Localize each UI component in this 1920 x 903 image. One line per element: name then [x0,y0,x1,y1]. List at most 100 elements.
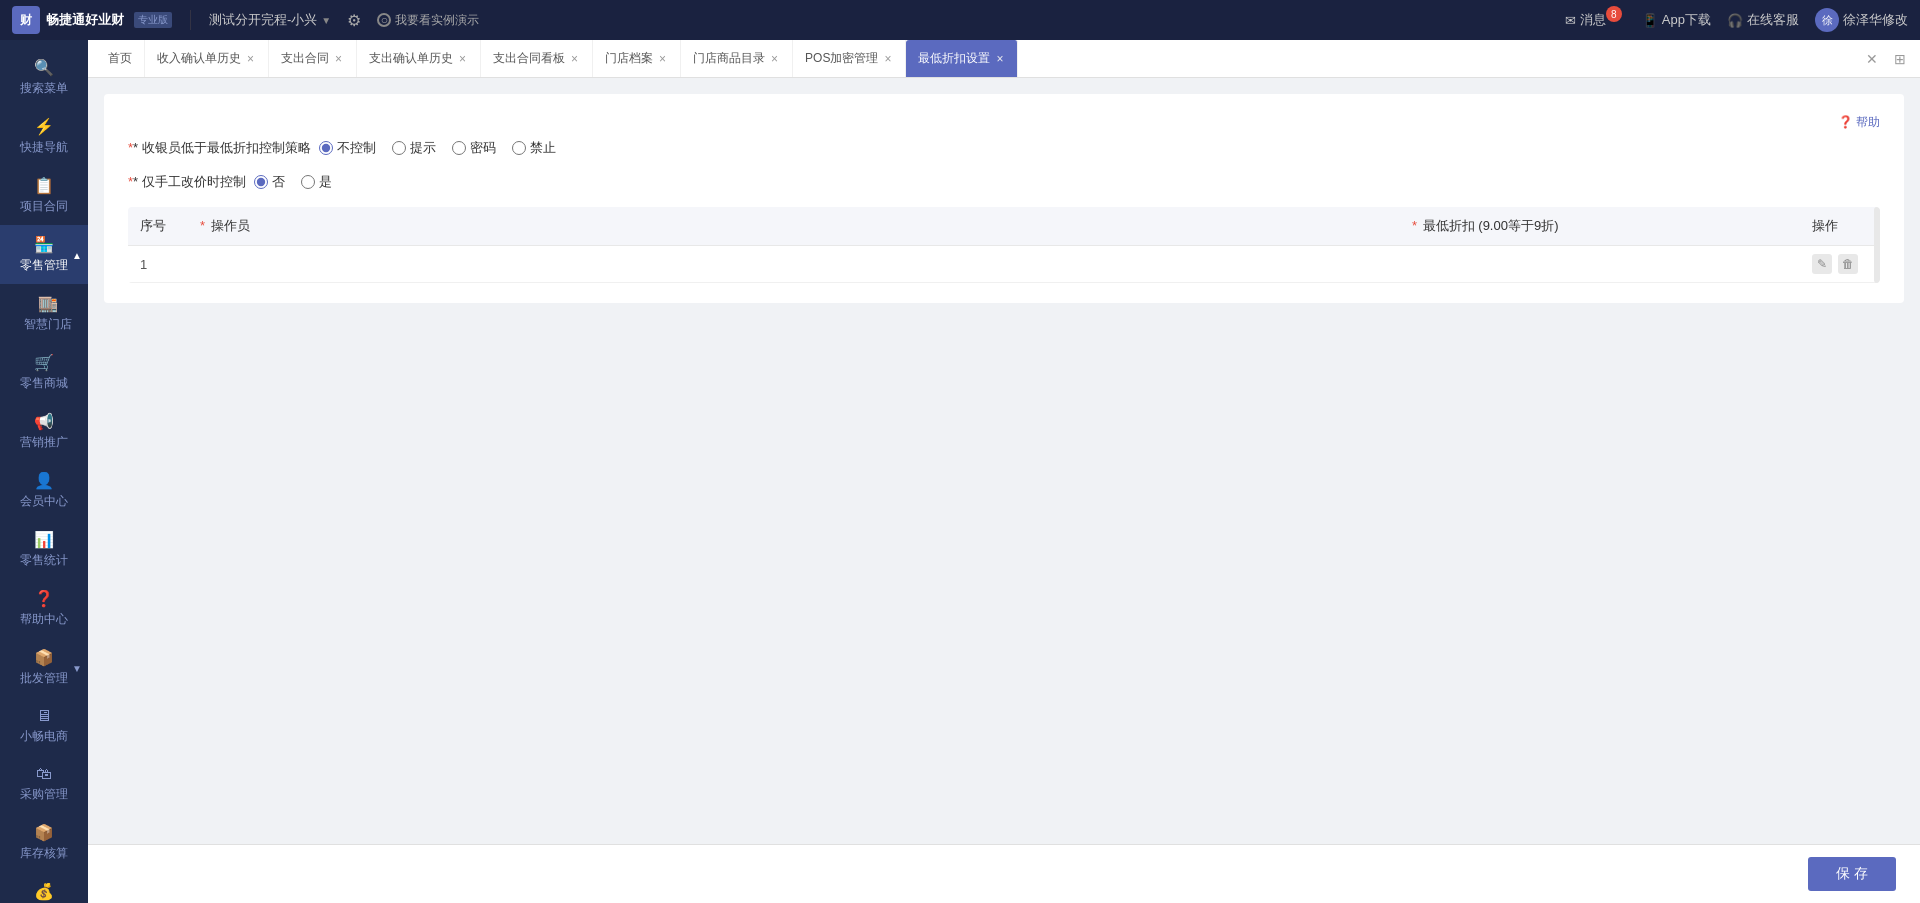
sidebar-item-label: 零售统计 [20,552,68,569]
sidebar-item-label: 采购管理 [20,786,68,803]
header-right: ✉ 消息 8 📱 App下载 🎧 在线客服 徐 徐泽华修改 [1565,8,1908,32]
app-download-action[interactable]: 📱 App下载 [1642,11,1711,29]
tab-close-icon[interactable]: × [245,51,256,67]
tab-close-icon[interactable]: × [769,51,780,67]
tab-bar: 首页 收入确认单历史 × 支出合同 × 支出确认单历史 × 支出合同看板 × 门… [88,40,1920,78]
phone-icon: 📱 [1642,13,1658,28]
required-star: * [200,218,205,233]
manual-no-radio[interactable] [254,175,268,189]
tab-payment-contract-board[interactable]: 支出合同看板 × [481,40,593,78]
header-settings-btn[interactable]: ⚙ [341,11,367,30]
sidebar-item-label: 库存核算 [20,845,68,862]
tab-label: 收入确认单历史 [157,50,241,67]
policy-no-control[interactable]: 不控制 [319,139,376,157]
tab-home[interactable]: 首页 [96,40,145,78]
manual-form-row: ** 仅手工改价时控制 否 是 [128,173,1880,191]
policy-forbid[interactable]: 禁止 [512,139,556,157]
sidebar-item-help[interactable]: ❓ 帮助中心 [0,579,88,638]
edit-row-btn[interactable]: ✎ [1812,254,1832,274]
form-card: ❓ 帮助 ** 收银员低于最低折扣控制策略 不控制 提示 [104,94,1904,303]
data-table: 序号 * 操作员 * 最低折扣 (9.00等于9折) [128,207,1880,283]
policy-tip-radio[interactable] [392,141,406,155]
policy-tip[interactable]: 提示 [392,139,436,157]
help-icon: ❓ [34,589,54,608]
tab-close-icon[interactable]: × [569,51,580,67]
policy-forbid-radio[interactable] [512,141,526,155]
demo-link[interactable]: ○ 我要看实例演示 [377,12,479,29]
tab-close-icon[interactable]: × [994,51,1005,67]
tab-min-discount[interactable]: 最低折扣设置 × [906,40,1018,78]
sidebar-item-finance[interactable]: 💰 资金管理 [0,872,88,903]
sidebar-item-ecommerce[interactable]: 🖥 小畅电商 [0,697,88,755]
logo-text: 畅捷通好业财 [46,12,124,28]
marketing-icon: 📢 [34,412,54,431]
tab-label: POS加密管理 [805,50,878,67]
sidebar-item-retail-mall[interactable]: 🛒 零售商城 [0,343,88,402]
sidebar-item-retail-stat[interactable]: 📊 零售统计 [0,520,88,579]
online-service-action[interactable]: 🎧 在线客服 [1727,11,1799,29]
retail-stat-icon: 📊 [34,530,54,549]
manual-radio-group: 否 是 [254,173,332,191]
sidebar-item-marketing[interactable]: 📢 营销推广 [0,402,88,461]
tab-label: 支出合同看板 [493,50,565,67]
tab-payment-confirm-history[interactable]: 支出确认单历史 × [357,40,481,78]
save-button[interactable]: 保 存 [1808,857,1896,891]
sidebar-item-wholesale[interactable]: 📦 批发管理 ▼ [0,638,88,697]
col-operator-header: * 操作员 [188,207,1400,246]
top-header: 财 畅捷通好业财 专业版 测试分开完程-小兴 ▼ ⚙ ○ 我要看实例演示 ✉ 消… [0,0,1920,40]
sidebar-item-purchase[interactable]: 🛍 采购管理 [0,755,88,813]
sidebar-item-label: 快捷导航 [20,139,68,156]
manual-no-label: 否 [272,173,285,191]
col-discount-header: * 最低折扣 (9.00等于9折) [1400,207,1800,246]
user-profile[interactable]: 徐 徐泽华修改 [1815,8,1908,32]
cell-action: ✎ 🗑 [1800,246,1880,283]
policy-password-radio[interactable] [452,141,466,155]
retail-icon: 🏪 [34,235,54,254]
tab-label: 首页 [108,50,132,67]
tab-pos-password[interactable]: POS加密管理 × [793,40,906,78]
sidebar-item-label: 项目合同 [20,198,68,215]
manual-no[interactable]: 否 [254,173,285,191]
policy-password[interactable]: 密码 [452,139,496,157]
manual-yes-radio[interactable] [301,175,315,189]
tab-close-icon[interactable]: × [333,51,344,67]
tab-close-all-icon[interactable]: ✕ [1860,47,1884,71]
logo-icon: 财 [12,6,40,34]
purchase-icon: 🛍 [36,765,52,783]
sidebar-item-label: 营销推广 [20,434,68,451]
sidebar-item-smart-store[interactable]: 🏬 智慧门店 [0,284,88,343]
sidebar-item-search[interactable]: 🔍 搜索菜单 [0,48,88,107]
table-row: 1 ✎ 🗑 [128,246,1880,283]
tab-income-history[interactable]: 收入确认单历史 × [145,40,269,78]
sidebar-item-shortcut[interactable]: ⚡ 快捷导航 [0,107,88,166]
headset-icon: 🎧 [1727,13,1743,28]
help-link[interactable]: ❓ 帮助 [1838,114,1880,131]
required-star: * [1412,218,1417,233]
delete-row-btn[interactable]: 🗑 [1838,254,1858,274]
policy-forbid-label: 禁止 [530,139,556,157]
manual-yes[interactable]: 是 [301,173,332,191]
header-left: 财 畅捷通好业财 专业版 测试分开完程-小兴 ▼ ⚙ ○ 我要看实例演示 [12,6,479,34]
tab-bar-actions: ✕ ⊞ [1860,47,1912,71]
tab-label: 门店档案 [605,50,653,67]
sidebar-item-member[interactable]: 👤 会员中心 [0,461,88,520]
tab-store-goods[interactable]: 门店商品目录 × [681,40,793,78]
tab-close-icon[interactable]: × [457,51,468,67]
sidebar-item-inventory[interactable]: 📦 库存核算 [0,813,88,872]
cell-seq: 1 [128,246,188,283]
sidebar-item-retail[interactable]: 🏪 零售管理 ▲ [0,225,88,284]
tab-close-icon[interactable]: × [882,51,893,67]
ecommerce-icon: 🖥 [36,707,52,725]
tab-close-icon[interactable]: × [657,51,668,67]
tab-payment-contract[interactable]: 支出合同 × [269,40,357,78]
tab-label: 最低折扣设置 [918,50,990,67]
messages-action[interactable]: ✉ 消息 8 [1565,11,1626,29]
tab-store-file[interactable]: 门店档案 × [593,40,681,78]
cell-operator [188,246,1400,283]
policy-no-control-radio[interactable] [319,141,333,155]
tab-more-icon[interactable]: ⊞ [1888,47,1912,71]
project-selector[interactable]: 测试分开完程-小兴 ▼ [209,11,331,29]
project-name: 测试分开完程-小兴 [209,11,317,29]
sidebar-item-project[interactable]: 📋 项目合同 [0,166,88,225]
project-icon: 📋 [34,176,54,195]
